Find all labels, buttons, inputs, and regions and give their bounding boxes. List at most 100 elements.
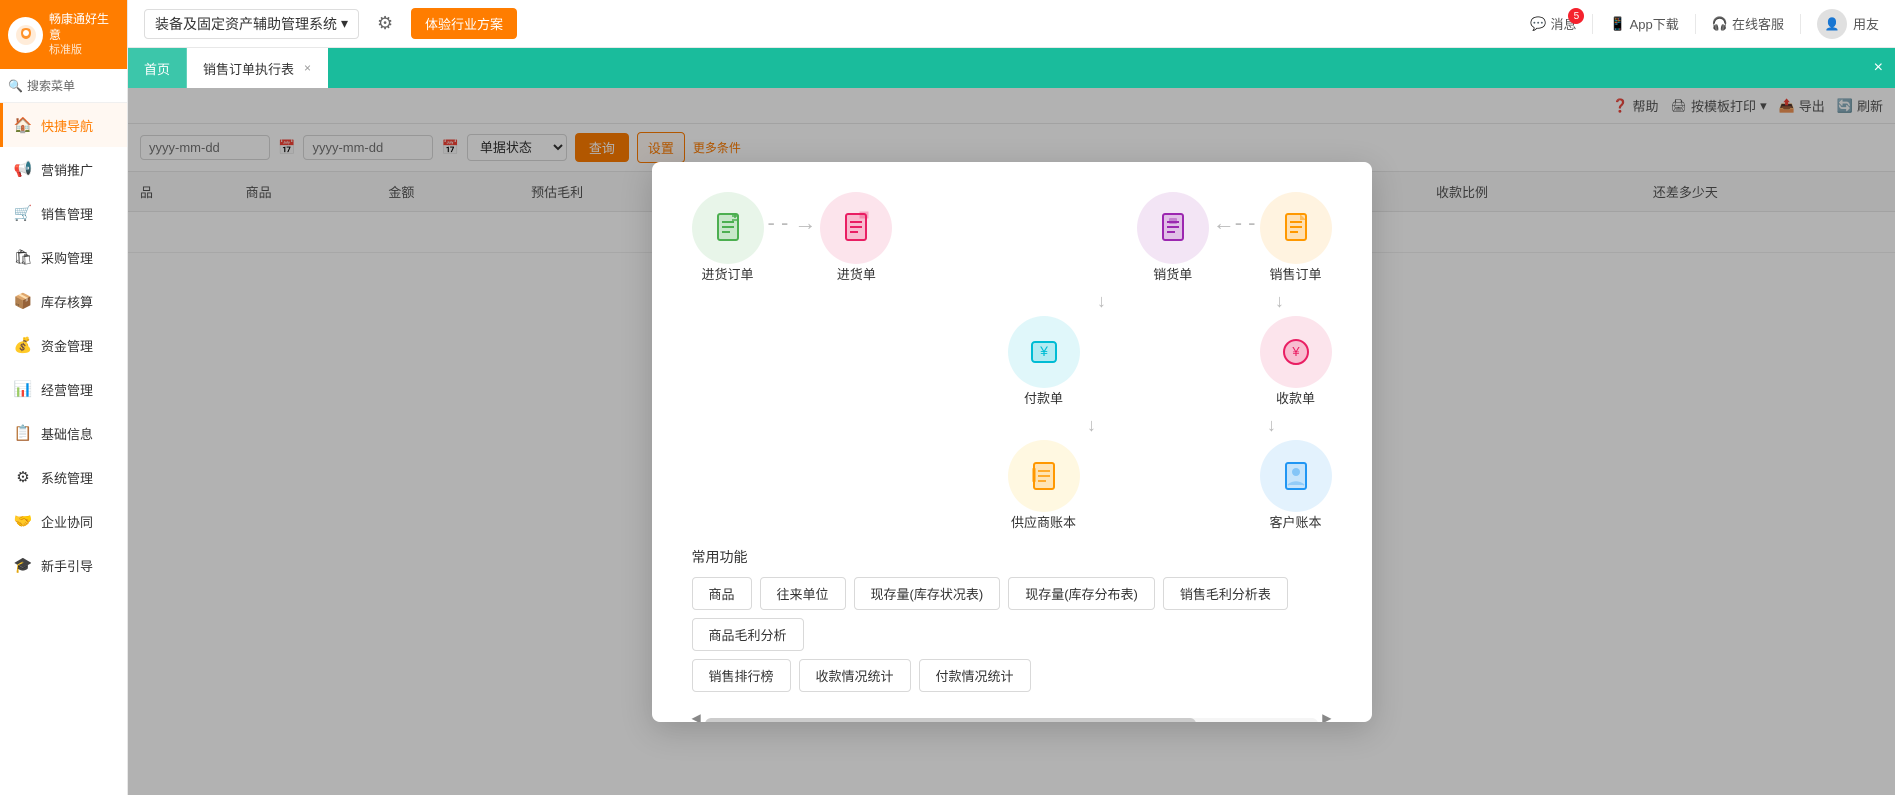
purchase-receipt-label: 进货单 xyxy=(837,264,876,283)
sidebar-item-enterprise[interactable]: 🤝 企业协同 xyxy=(0,499,127,543)
modal-body: 进货订单 - - → xyxy=(652,162,1372,722)
function-buttons-row2: 销售排行榜 收款情况统计 付款情况统计 xyxy=(692,659,1332,692)
enterprise-icon: 🤝 xyxy=(13,511,33,531)
sidebar: 畅康通好生意 标准版 🔍 搜索菜单 🏠 快捷导航 📢 营销推广 🛒 销售管理 🛍… xyxy=(0,0,128,795)
operations-icon: 📊 xyxy=(13,379,33,399)
purchase-icon: 🛍 xyxy=(13,247,33,267)
flow-item-sales-order[interactable]: 销售订单 xyxy=(1260,192,1332,283)
guide-icon: 🎓 xyxy=(13,555,33,575)
down-arrow-sales: ↓ xyxy=(1212,291,1332,312)
settings-button[interactable]: ⚙ xyxy=(371,10,399,38)
sidebar-search[interactable]: 🔍 搜索菜单 xyxy=(0,69,127,103)
scroll-left-icon[interactable]: ◀ xyxy=(692,711,701,722)
avatar: 👤 xyxy=(1817,9,1847,39)
sidebar-item-system[interactable]: ⚙ 系统管理 xyxy=(0,455,127,499)
scroll-thumb xyxy=(705,718,1196,722)
logo-icon xyxy=(8,17,43,53)
supplier-ledger-circle xyxy=(1008,440,1080,512)
purchase-receipt-circle xyxy=(820,192,892,264)
func-btn-sales-profit[interactable]: 销售毛利分析表 xyxy=(1163,577,1288,610)
flow-item-supplier-ledger[interactable]: 供应商账本 xyxy=(1008,440,1080,531)
flow-row-2: ¥ 付款单 ¥ xyxy=(812,316,1332,407)
tab-home[interactable]: 首页 xyxy=(128,48,187,88)
sidebar-item-guide[interactable]: 🎓 新手引导 xyxy=(0,543,127,587)
app-download-action[interactable]: 📱 App下载 xyxy=(1609,14,1678,33)
down-arrow-receipt: ↓ xyxy=(1212,415,1332,436)
flow-item-purchase-receipt[interactable]: 进货单 xyxy=(820,192,892,283)
func-btn-product[interactable]: 商品 xyxy=(692,577,752,610)
function-buttons: 商品 往来单位 现存量(库存状况表) 现存量(库存分布表) 销售毛利分析表 商品… xyxy=(692,577,1332,651)
sidebar-logo: 畅康通好生意 标准版 xyxy=(0,0,127,69)
topbar: 装备及固定资产辅助管理系统 ▾ ⚙ 体验行业方案 💬 消息 5 📱 App下载 … xyxy=(128,0,1895,48)
func-btn-stock-status[interactable]: 现存量(库存状况表) xyxy=(854,577,1001,610)
inventory-icon: 📦 xyxy=(13,291,33,311)
func-btn-partner[interactable]: 往来单位 xyxy=(760,577,846,610)
arrow-1: - - → xyxy=(768,210,817,264)
dropdown-icon: ▾ xyxy=(341,15,348,32)
modal-scrollbar[interactable] xyxy=(705,718,1319,722)
modal-scrollbar-row: ◀ ▶ xyxy=(692,706,1332,722)
svg-text:¥: ¥ xyxy=(1039,343,1048,359)
customer-ledger-label: 客户账本 xyxy=(1269,512,1321,531)
receipt-label: 收款单 xyxy=(1276,388,1315,407)
sidebar-item-sales[interactable]: 🛒 销售管理 xyxy=(0,191,127,235)
func-btn-receipt-stat[interactable]: 收款情况统计 xyxy=(799,659,911,692)
tab-sales-order[interactable]: 销售订单执行表 × xyxy=(187,48,328,88)
tab-close-icon[interactable]: × xyxy=(304,61,311,75)
common-functions: 常用功能 商品 往来单位 现存量(库存状况表) 现存量(库存分布表) 销售毛利分… xyxy=(692,547,1332,692)
purchase-order-circle xyxy=(692,192,764,264)
modal-dialog: 进货订单 - - → xyxy=(652,162,1372,722)
payment-label: 付款单 xyxy=(1024,388,1063,407)
sales-invoice-label: 销货单 xyxy=(1153,264,1192,283)
divider2 xyxy=(1695,14,1696,34)
flow-item-sales-invoice[interactable]: 销货单 xyxy=(1137,192,1209,283)
func-btn-payment-stat[interactable]: 付款情况统计 xyxy=(919,659,1031,692)
purchase-order-label: 进货订单 xyxy=(701,264,753,283)
flow-row-3: 供应商账本 xyxy=(692,440,1332,531)
sales-order-circle xyxy=(1260,192,1332,264)
divider3 xyxy=(1800,14,1801,34)
sidebar-item-inventory[interactable]: 📦 库存核算 xyxy=(0,279,127,323)
sales-icon: 🛒 xyxy=(13,203,33,223)
system-select[interactable]: 装备及固定资产辅助管理系统 ▾ xyxy=(144,9,359,39)
message-badge: 5 xyxy=(1568,8,1584,24)
app-icon: 📱 xyxy=(1609,16,1625,32)
user-area[interactable]: 👤 用友 xyxy=(1817,9,1879,39)
sidebar-nav: 🏠 快捷导航 📢 营销推广 🛒 销售管理 🛍 采购管理 📦 库存核算 💰 资金管… xyxy=(0,103,127,795)
payment-circle: ¥ xyxy=(1008,316,1080,388)
down-arrow-invoice: ↓ xyxy=(1032,291,1152,312)
flow-item-receipt[interactable]: ¥ 收款单 xyxy=(1260,316,1332,407)
sidebar-item-finance[interactable]: 💰 资金管理 xyxy=(0,323,127,367)
func-btn-stock-dist[interactable]: 现存量(库存分布表) xyxy=(1008,577,1155,610)
trial-button[interactable]: 体验行业方案 xyxy=(411,8,517,39)
message-action[interactable]: 💬 消息 5 xyxy=(1530,14,1576,33)
tab-close-all[interactable]: × xyxy=(1862,59,1895,77)
search-icon: 🔍 xyxy=(8,79,23,93)
message-icon: 💬 xyxy=(1530,16,1546,32)
sales-order-label: 销售订单 xyxy=(1269,264,1321,283)
sidebar-item-purchase[interactable]: 🛍 采购管理 xyxy=(0,235,127,279)
func-btn-sales-rank[interactable]: 销售排行榜 xyxy=(692,659,791,692)
scroll-right-icon[interactable]: ▶ xyxy=(1322,711,1331,722)
marketing-icon: 📢 xyxy=(13,159,33,179)
sidebar-item-marketing[interactable]: 📢 营销推广 xyxy=(0,147,127,191)
flow-item-payment[interactable]: ¥ 付款单 xyxy=(1008,316,1080,407)
gear-icon: ⚙ xyxy=(377,13,393,34)
main-area: 装备及固定资产辅助管理系统 ▾ ⚙ 体验行业方案 💬 消息 5 📱 App下载 … xyxy=(128,0,1895,795)
topbar-actions: 💬 消息 5 📱 App下载 🎧 在线客服 👤 用友 xyxy=(1530,9,1879,39)
sidebar-item-operations[interactable]: 📊 经营管理 xyxy=(0,367,127,411)
logo-text: 畅康通好生意 标准版 xyxy=(49,12,119,57)
sidebar-item-quick-nav[interactable]: 🏠 快捷导航 xyxy=(0,103,127,147)
customer-ledger-circle xyxy=(1260,440,1332,512)
sidebar-item-basic-info[interactable]: 📋 基础信息 xyxy=(0,411,127,455)
system-icon: ⚙ xyxy=(13,467,33,487)
func-btn-product-profit[interactable]: 商品毛利分析 xyxy=(692,618,804,651)
flow-item-purchase-order[interactable]: 进货订单 xyxy=(692,192,764,283)
content-area: ❓ 帮助 🖨 按模板打印 ▾ 📤 导出 🔄 刷新 xyxy=(128,88,1895,795)
tabbar: 首页 销售订单执行表 × × xyxy=(128,48,1895,88)
quick-nav-icon: 🏠 xyxy=(13,115,33,135)
flow-item-customer-ledger[interactable]: 客户账本 xyxy=(1260,440,1332,531)
divider1 xyxy=(1592,14,1593,34)
online-service-action[interactable]: 🎧 在线客服 xyxy=(1712,14,1784,33)
sales-invoice-circle xyxy=(1137,192,1209,264)
